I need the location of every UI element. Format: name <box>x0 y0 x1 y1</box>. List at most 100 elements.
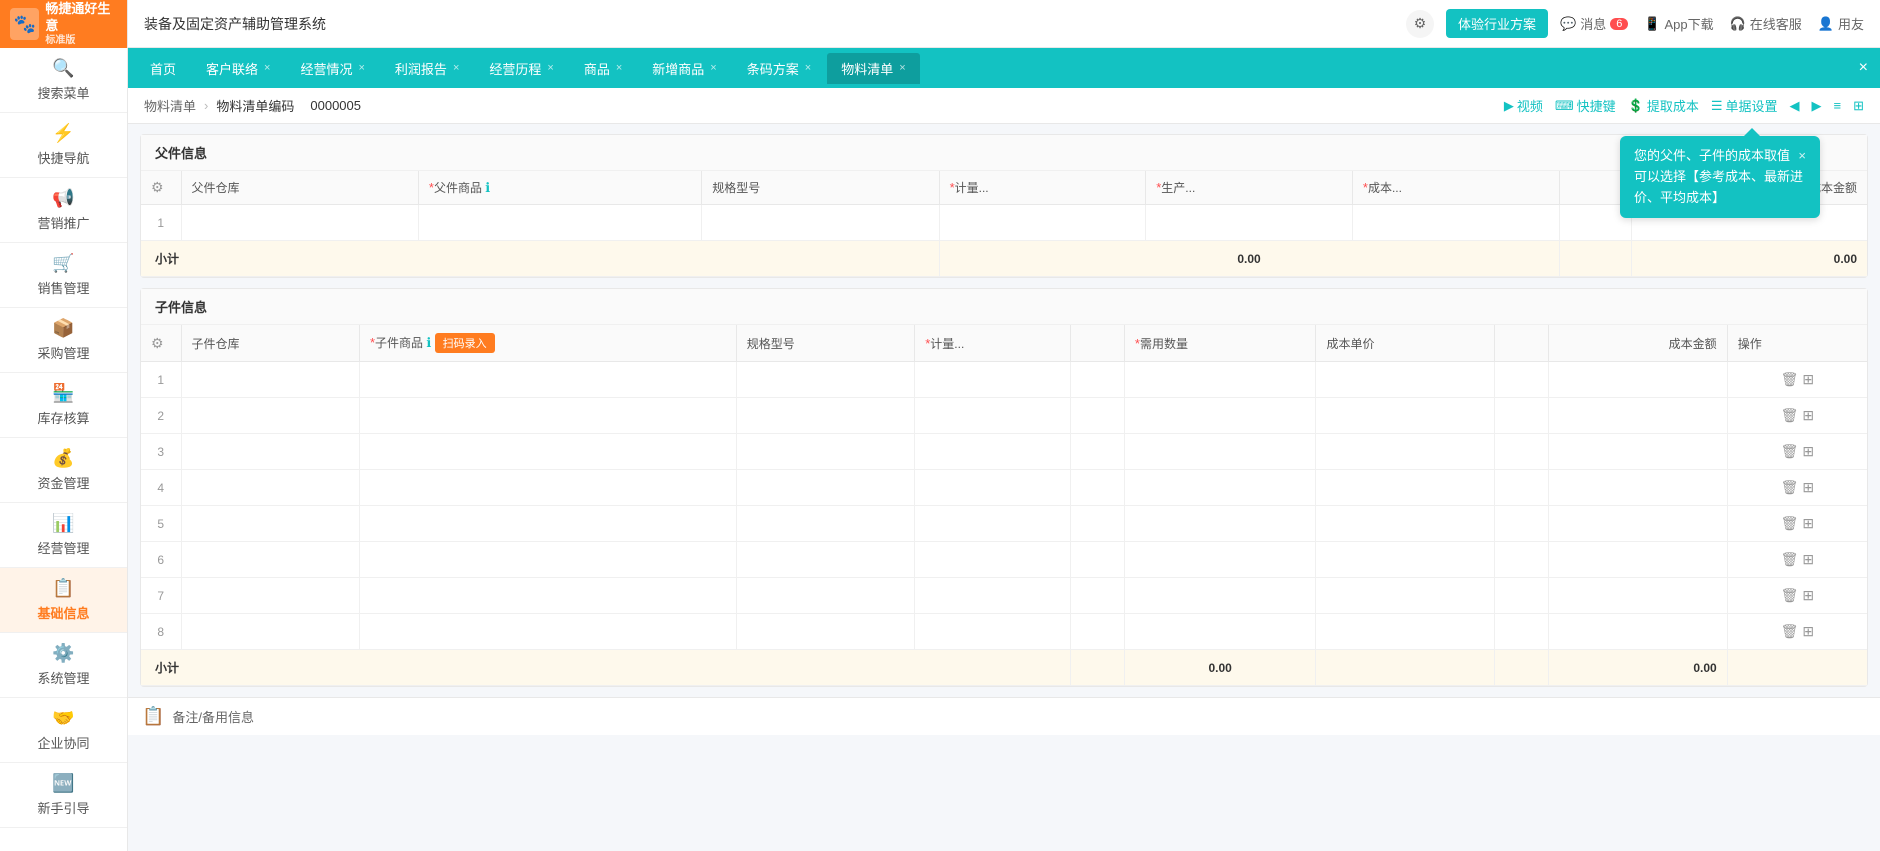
child-row-quantity[interactable] <box>1124 506 1316 542</box>
copy-icon[interactable]: ⊞ <box>1802 443 1814 460</box>
nav-tab-goods[interactable]: 商品× <box>570 53 636 84</box>
sidebar-item-enterprise[interactable]: 🤝企业协同 <box>0 698 127 763</box>
child-row-goods[interactable] <box>359 578 736 614</box>
delete-icon[interactable]: 🗑 <box>1781 371 1799 388</box>
child-row-quantity[interactable] <box>1124 434 1316 470</box>
child-row-spec[interactable] <box>736 470 914 506</box>
tab-close-new_goods[interactable]: × <box>710 62 716 74</box>
copy-icon[interactable]: ⊞ <box>1802 551 1814 568</box>
copy-icon[interactable]: ⊞ <box>1802 623 1814 640</box>
online-service-action[interactable]: 🎧 在线客服 <box>1730 14 1802 33</box>
child-row-quantity[interactable] <box>1124 470 1316 506</box>
nav-tab-profit_report[interactable]: 利润报告× <box>381 53 473 84</box>
child-row-warehouse[interactable] <box>181 578 359 614</box>
tab-close-operation_history[interactable]: × <box>547 62 553 74</box>
child-row-unit[interactable] <box>915 470 1070 506</box>
scan-button[interactable]: 扫码录入 <box>435 333 495 353</box>
parent-col-settings[interactable]: ⚙ <box>141 171 181 205</box>
copy-icon[interactable]: ⊞ <box>1802 587 1814 604</box>
copy-icon[interactable]: ⊞ <box>1802 515 1814 532</box>
nav-tab-customer[interactable]: 客户联络× <box>192 53 284 84</box>
child-row-warehouse[interactable] <box>181 434 359 470</box>
sidebar-item-guide[interactable]: 🆕新手引导 <box>0 763 127 828</box>
delete-icon[interactable]: 🗑 <box>1781 587 1799 604</box>
child-row-price[interactable] <box>1316 542 1494 578</box>
tooltip-close-btn[interactable]: × <box>1798 146 1806 167</box>
child-row-warehouse[interactable] <box>181 470 359 506</box>
child-row-spec[interactable] <box>736 542 914 578</box>
sidebar-item-finance[interactable]: 💰资金管理 <box>0 438 127 503</box>
parent-row-goods[interactable] <box>418 205 701 241</box>
nav-tab-home[interactable]: 首页 <box>136 53 190 84</box>
child-row-quantity[interactable] <box>1124 614 1316 650</box>
tab-close-customer[interactable]: × <box>264 62 270 74</box>
child-row-price[interactable] <box>1316 362 1494 398</box>
child-row-goods[interactable] <box>359 434 736 470</box>
sidebar-item-system[interactable]: ⚙️系统管理 <box>0 633 127 698</box>
nav-tab-bom[interactable]: 物料清单× <box>827 53 919 84</box>
child-row-quantity[interactable] <box>1124 542 1316 578</box>
sidebar-item-sales[interactable]: 🛒销售管理 <box>0 243 127 308</box>
parent-row-cost[interactable] <box>1352 205 1559 241</box>
child-row-price[interactable] <box>1316 578 1494 614</box>
extract-cost-btn[interactable]: 💲 提取成本 <box>1628 96 1699 115</box>
child-row-unit[interactable] <box>915 578 1070 614</box>
user-action[interactable]: 👤 用友 <box>1818 14 1864 33</box>
parent-row-production[interactable] <box>1146 205 1353 241</box>
app-download-action[interactable]: 📱 App下载 <box>1644 14 1713 33</box>
sidebar-item-purchase[interactable]: 📦采购管理 <box>0 308 127 373</box>
child-row-goods[interactable] <box>359 470 736 506</box>
copy-icon[interactable]: ⊞ <box>1802 371 1814 388</box>
child-row-price[interactable] <box>1316 614 1494 650</box>
expand-btn[interactable]: ⊞ <box>1853 98 1864 114</box>
child-row-quantity[interactable] <box>1124 398 1316 434</box>
delete-icon[interactable]: 🗑 <box>1781 623 1799 640</box>
child-row-unit[interactable] <box>915 614 1070 650</box>
child-row-unit[interactable] <box>915 434 1070 470</box>
child-row-goods[interactable] <box>359 614 736 650</box>
nav-tab-operation_history[interactable]: 经营历程× <box>475 53 567 84</box>
sidebar-item-inventory[interactable]: 🏪库存核算 <box>0 373 127 438</box>
child-row-unit[interactable] <box>915 542 1070 578</box>
child-row-goods[interactable] <box>359 398 736 434</box>
child-row-price[interactable] <box>1316 470 1494 506</box>
tab-close-profit_report[interactable]: × <box>453 62 459 74</box>
child-row-price[interactable] <box>1316 434 1494 470</box>
child-col-settings[interactable]: ⚙ <box>141 325 181 362</box>
child-row-unit[interactable] <box>915 506 1070 542</box>
child-row-warehouse[interactable] <box>181 542 359 578</box>
child-row-quantity[interactable] <box>1124 578 1316 614</box>
parent-row-warehouse[interactable] <box>181 205 418 241</box>
layout-btn[interactable]: ≡ <box>1834 98 1842 113</box>
gear-button[interactable]: ⚙ <box>1406 10 1434 38</box>
sidebar-item-operation[interactable]: 📊经营管理 <box>0 503 127 568</box>
trial-button[interactable]: 体验行业方案 <box>1446 9 1548 38</box>
tab-close-bom[interactable]: × <box>899 62 905 74</box>
copy-icon[interactable]: ⊞ <box>1802 407 1814 424</box>
child-row-spec[interactable] <box>736 506 914 542</box>
delete-icon[interactable]: 🗑 <box>1781 407 1799 424</box>
parent-row-unit[interactable] <box>939 205 1146 241</box>
breadcrumb-bom[interactable]: 物料清单 <box>144 96 196 115</box>
nav-prev-btn[interactable]: ◀ <box>1790 98 1800 114</box>
delete-icon[interactable]: 🗑 <box>1781 515 1799 532</box>
nav-tab-new_goods[interactable]: 新增商品× <box>638 53 730 84</box>
child-row-quantity[interactable] <box>1124 362 1316 398</box>
tab-close-goods[interactable]: × <box>616 62 622 74</box>
sidebar-item-marketing[interactable]: 📢营销推广 <box>0 178 127 243</box>
child-row-warehouse[interactable] <box>181 614 359 650</box>
child-row-unit[interactable] <box>915 362 1070 398</box>
child-row-spec[interactable] <box>736 434 914 470</box>
nav-tab-operation_status[interactable]: 经营情况× <box>286 53 378 84</box>
nav-next-btn[interactable]: ▶ <box>1812 98 1822 114</box>
sidebar-item-quicknav[interactable]: ⚡快捷导航 <box>0 113 127 178</box>
child-row-goods[interactable] <box>359 542 736 578</box>
view-btn[interactable]: ▶ 视频 <box>1504 96 1543 115</box>
child-row-warehouse[interactable] <box>181 506 359 542</box>
child-row-goods[interactable] <box>359 506 736 542</box>
tab-close-operation_status[interactable]: × <box>358 62 364 74</box>
child-row-unit[interactable] <box>915 398 1070 434</box>
single-setting-btn[interactable]: ☰ 单据设置 <box>1711 96 1778 115</box>
child-row-price[interactable] <box>1316 506 1494 542</box>
delete-icon[interactable]: 🗑 <box>1781 551 1799 568</box>
